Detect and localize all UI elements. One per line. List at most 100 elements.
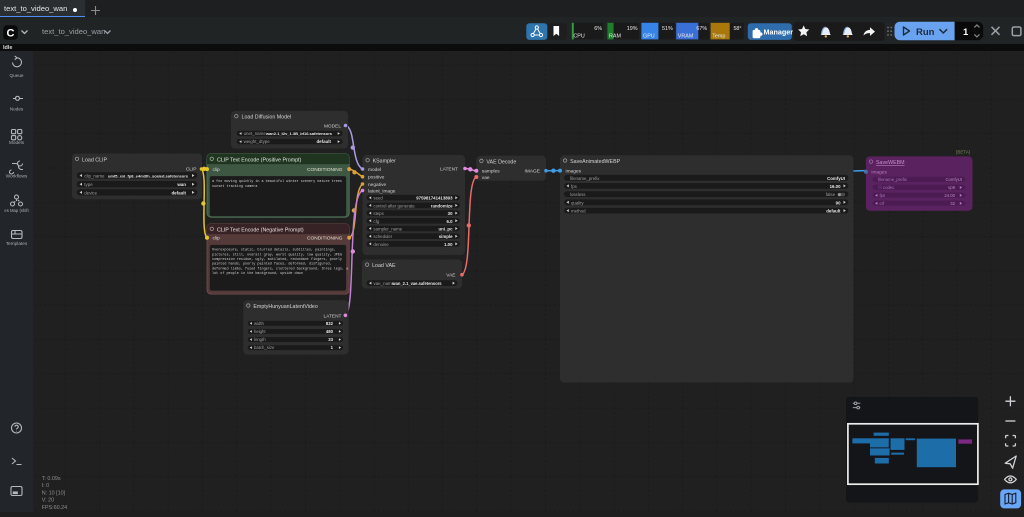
svg-text:ComfyUI: ComfyUI — [945, 177, 962, 182]
svg-text:sunset tracking camera: sunset tracking camera — [212, 184, 257, 189]
svg-text:images: images — [871, 170, 887, 176]
svg-text:type: type — [84, 182, 93, 187]
svg-text:fps: fps — [880, 193, 886, 198]
svg-text:positive: positive — [368, 175, 385, 181]
svg-text:Templates: Templates — [6, 241, 28, 246]
svg-text:V: 20: V: 20 — [42, 498, 54, 504]
svg-text:VAE Decode: VAE Decode — [486, 159, 516, 165]
svg-text:pictures, still, overall gray,: pictures, still, overall gray, worst qua… — [212, 252, 342, 257]
svg-text:CONDITIONING: CONDITIONING — [307, 236, 343, 242]
svg-text:SaveWEBM: SaveWEBM — [876, 160, 905, 166]
svg-text:30: 30 — [448, 211, 453, 216]
svg-text:latent_image: latent_image — [368, 188, 396, 194]
svg-text:1.00: 1.00 — [444, 242, 453, 247]
svg-text:58°: 58° — [733, 26, 741, 32]
svg-text:crf: crf — [880, 201, 886, 206]
svg-text:device: device — [84, 190, 97, 195]
svg-text:compression residue, ugly, mut: compression residue, ugly, mutilated, re… — [212, 257, 342, 262]
svg-text:CLIP: CLIP — [186, 167, 197, 173]
svg-text:vae: vae — [482, 176, 490, 181]
svg-text:control after generate: control after generate — [373, 203, 415, 208]
svg-text:EmptyHunyuanLatentVideo: EmptyHunyuanLatentVideo — [253, 304, 317, 310]
svg-text:Load Diffusion Model: Load Diffusion Model — [242, 114, 292, 120]
svg-text:Overexposure, static, blurred: Overexposure, static, blurred details, s… — [212, 248, 336, 253]
svg-text:SaveAnimatedWEBP: SaveAnimatedWEBP — [570, 159, 621, 165]
svg-text:CLIP Text Encode (Negative Pro: CLIP Text Encode (Negative Prompt) — [217, 227, 304, 233]
svg-text:wan_2.1_vae.safetensors: wan_2.1_vae.safetensors — [391, 281, 442, 286]
svg-text:batch_size: batch_size — [254, 345, 275, 350]
svg-text:unet_name: unet_name — [244, 131, 267, 136]
svg-text:Manager: Manager — [764, 27, 794, 36]
svg-text:480: 480 — [326, 329, 334, 334]
svg-text:deformed limbs, fused fingers,: deformed limbs, fused fingers, cluttered… — [212, 266, 348, 271]
svg-text:wan2.1_t2v_1.3B_bf16.safetenso: wan2.1_t2v_1.3B_bf16.safetensors — [265, 131, 333, 136]
svg-text:model: model — [368, 167, 381, 173]
svg-text:⚆ codec: ⚆ codec — [878, 185, 895, 190]
svg-text:CPU: CPU — [573, 34, 584, 40]
svg-text:FPS:60.24: FPS:60.24 — [42, 505, 67, 511]
svg-text:N: 10 [10]: N: 10 [10] — [42, 490, 66, 496]
svg-text:vp9: vp9 — [948, 185, 955, 190]
svg-text:CONDITIONING: CONDITIONING — [307, 167, 343, 173]
svg-text:clip_name: clip_name — [84, 174, 105, 179]
svg-text:Nodes: Nodes — [10, 107, 24, 112]
svg-text:lot of people in the backgroun: lot of people in the background, upside … — [212, 271, 303, 276]
svg-text:default: default — [171, 190, 186, 195]
svg-text:default: default — [316, 139, 331, 144]
svg-text:1: 1 — [963, 27, 969, 38]
svg-text:Temp: Temp — [712, 34, 725, 40]
svg-text:KSampler: KSampler — [373, 159, 396, 165]
svg-text:a fox moving quickly in a beau: a fox moving quickly in a beautiful wint… — [212, 179, 342, 184]
svg-text:seed: seed — [373, 196, 383, 201]
svg-text:33: 33 — [328, 337, 333, 342]
svg-text:I: 0: I: 0 — [42, 483, 50, 489]
svg-text:sampler_name: sampler_name — [373, 227, 402, 232]
svg-text:fps: fps — [571, 184, 578, 189]
svg-text:lossless: lossless — [570, 192, 586, 197]
svg-text:default: default — [826, 209, 841, 214]
svg-text:length: length — [254, 337, 266, 342]
svg-text:clip: clip — [213, 236, 221, 242]
svg-text:steps: steps — [373, 211, 384, 216]
svg-text:6%: 6% — [594, 26, 602, 32]
svg-text:simple: simple — [439, 234, 453, 239]
svg-text:MODEL: MODEL — [324, 123, 341, 129]
svg-text:scheduler: scheduler — [373, 234, 392, 239]
svg-text:GPU: GPU — [643, 34, 655, 40]
svg-text:T: 0.09s: T: 0.09s — [42, 476, 61, 482]
svg-text:LATENT: LATENT — [440, 166, 458, 172]
svg-text:CLIP Text Encode (Positive Pro: CLIP Text Encode (Positive Prompt) — [217, 157, 302, 163]
svg-text:text_to_video_wan: text_to_video_wan — [42, 27, 105, 36]
svg-text:LATENT: LATENT — [323, 313, 341, 319]
svg-text:32: 32 — [950, 201, 955, 206]
svg-text:cfg: cfg — [373, 219, 379, 224]
svg-text:method: method — [571, 209, 586, 214]
svg-text:Queue: Queue — [9, 73, 23, 78]
svg-text:samples: samples — [482, 169, 500, 175]
svg-text:90: 90 — [836, 200, 841, 205]
svg-text:Load CLIP: Load CLIP — [82, 157, 107, 163]
svg-text:width: width — [254, 321, 265, 326]
svg-text:C: C — [7, 28, 15, 40]
svg-text:[BETA]: [BETA] — [956, 150, 970, 155]
svg-text:Run: Run — [916, 27, 935, 38]
svg-text:uni_pc: uni_pc — [439, 227, 454, 232]
svg-text:19%: 19% — [627, 26, 638, 32]
svg-text:Load VAE: Load VAE — [372, 263, 396, 269]
svg-text:weight_dtype: weight_dtype — [244, 139, 271, 144]
svg-text:randomize: randomize — [431, 203, 453, 208]
svg-text:16.00: 16.00 — [830, 184, 841, 189]
svg-text:negative: negative — [368, 182, 386, 188]
svg-text:RAM: RAM — [609, 34, 621, 40]
svg-text:painted hands, poorly painted: painted hands, poorly painted faces, def… — [212, 262, 332, 267]
svg-text:51%: 51% — [662, 26, 673, 32]
svg-text:filename_prefix: filename_prefix — [878, 177, 908, 182]
svg-text:height: height — [254, 329, 266, 334]
svg-text:VAE: VAE — [446, 273, 455, 279]
svg-text:832: 832 — [326, 321, 334, 326]
svg-text:wan: wan — [176, 182, 186, 187]
svg-text:umt5_xxl_fp8_e4m3fn_scaled.saf: umt5_xxl_fp8_e4m3fn_scaled.safetensors — [108, 174, 189, 179]
svg-text:ComfyUI: ComfyUI — [827, 176, 845, 181]
svg-text:Models: Models — [9, 140, 25, 145]
svg-text:975981741413893: 975981741413893 — [416, 196, 453, 201]
